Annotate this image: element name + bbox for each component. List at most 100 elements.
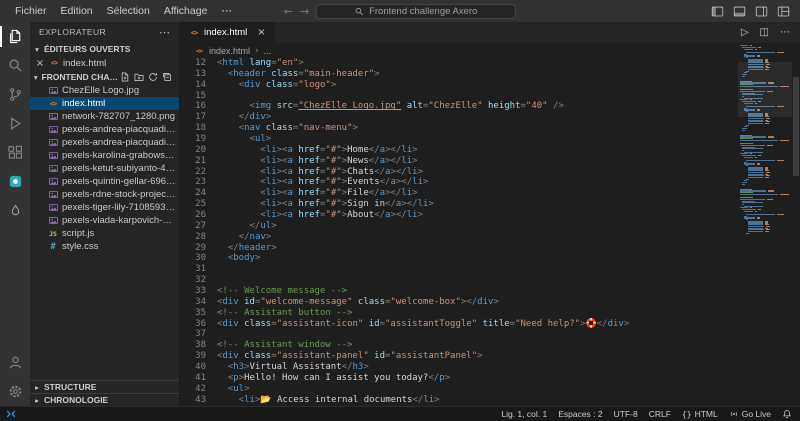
code-line[interactable]: 18 <nav class="nav-menu">: [180, 123, 800, 134]
minimap[interactable]: [738, 43, 792, 406]
new-folder-icon[interactable]: [134, 72, 144, 82]
status-language[interactable]: {} HTML: [682, 409, 718, 419]
code-line[interactable]: 20 <li><a href="#">Home</a></li>: [180, 145, 800, 156]
account-icon[interactable]: [0, 348, 30, 377]
code-line[interactable]: 33 <!-- Welcome message -->: [180, 286, 800, 297]
menu-item[interactable]: Affichage: [157, 5, 215, 17]
timeline-section[interactable]: ▸ CHRONOLOGIE: [30, 393, 179, 406]
code-line[interactable]: 40 <h3>Virtual Assistant</h3>: [180, 362, 800, 373]
settings-gear-icon[interactable]: [0, 377, 30, 406]
code-line[interactable]: 30 <body>: [180, 253, 800, 264]
code-line[interactable]: 28 </nav>: [180, 232, 800, 243]
code-line[interactable]: 19 <ul>: [180, 134, 800, 145]
source-control-icon[interactable]: [0, 80, 30, 109]
file-row[interactable]: network-782707_1280.png: [30, 110, 179, 123]
code-line[interactable]: 35 <!-- Assistant button -->: [180, 308, 800, 319]
extension-drop-icon[interactable]: [0, 196, 30, 225]
code-line[interactable]: 32: [180, 275, 800, 286]
code-line[interactable]: 27 </ul>: [180, 221, 800, 232]
code-line[interactable]: 29 </header>: [180, 243, 800, 254]
file-row[interactable]: JS script.js: [30, 227, 179, 240]
folder-section[interactable]: ▾ FRONTEND CHALLENGE: [30, 70, 179, 84]
command-center-search[interactable]: Frontend challenge Axero: [316, 3, 517, 19]
run-debug-icon[interactable]: [0, 109, 30, 138]
file-row[interactable]: pexels-andrea-piacquadio-3860775.jpg: [30, 136, 179, 149]
code-line[interactable]: 43 <li>📂 Access internal documents</li>: [180, 395, 800, 406]
back-arrow-icon[interactable]: ←: [284, 5, 293, 18]
code-line[interactable]: 41 <p>Hello! How can I assist you today?…: [180, 373, 800, 384]
code-line[interactable]: 38 <!-- Assistant window -->: [180, 340, 800, 351]
code-line[interactable]: 34 <div id="welcome-message" class="welco…: [180, 297, 800, 308]
run-button[interactable]: ▷: [741, 27, 749, 38]
code-line[interactable]: 31: [180, 264, 800, 275]
code-line[interactable]: 39 <div class="assistant-panel" id="assis…: [180, 351, 800, 362]
menu-item[interactable]: ⋯: [214, 5, 239, 17]
code-line[interactable]: 17 </div>: [180, 112, 800, 123]
toggle-panel-icon[interactable]: [733, 5, 746, 18]
code-line[interactable]: 14 <div class="logo">: [180, 80, 800, 91]
file-row[interactable]: pexels-karolina-grabowska-4491443.jpg: [30, 149, 179, 162]
outline-section[interactable]: ▸ STRUCTURE: [30, 380, 179, 393]
file-row[interactable]: <> index.html: [30, 97, 179, 110]
vertical-scrollbar[interactable]: [792, 43, 800, 406]
editor-more-icon[interactable]: ⋯: [780, 27, 790, 38]
minimap-slider[interactable]: [738, 62, 792, 117]
file-row[interactable]: ChezElle Logo.jpg: [30, 84, 179, 97]
refresh-icon[interactable]: [148, 72, 158, 82]
search-icon[interactable]: [0, 51, 30, 80]
breadcrumb-file[interactable]: index.html: [209, 46, 250, 56]
file-row[interactable]: pexels-andrea-piacquadio-3760093.jpg: [30, 123, 179, 136]
toggle-secondary-sidebar-icon[interactable]: [755, 5, 768, 18]
toggle-primary-sidebar-icon[interactable]: [711, 5, 724, 18]
file-row[interactable]: pexels-rdne-stock-project-758112.jpg: [30, 188, 179, 201]
collapse-all-icon[interactable]: [162, 72, 172, 82]
customize-layout-icon[interactable]: [777, 5, 790, 18]
remote-indicator-icon[interactable]: [5, 408, 17, 420]
explorer-more-icon[interactable]: ⋯: [159, 26, 170, 39]
code-line[interactable]: 21 <li><a href="#">News</a></li>: [180, 156, 800, 167]
go-live-button[interactable]: Go Live: [729, 409, 771, 419]
forward-arrow-icon[interactable]: →: [300, 5, 309, 18]
code-line[interactable]: 15: [180, 91, 800, 102]
status-encoding[interactable]: UTF-8: [614, 409, 638, 419]
notifications-bell-icon[interactable]: [782, 409, 792, 419]
braces-icon: {}: [681, 409, 692, 419]
code-line[interactable]: 42 <ul>: [180, 384, 800, 395]
close-icon[interactable]: ×: [35, 58, 45, 69]
open-editor-item[interactable]: × <> index.html: [30, 56, 179, 70]
code-line[interactable]: 24 <li><a href="#">File</a></li>: [180, 188, 800, 199]
new-file-icon[interactable]: [120, 72, 130, 82]
code-line[interactable]: 22 <li><a href="#">Chats</a></li>: [180, 167, 800, 178]
status-eol[interactable]: CRLF: [649, 409, 671, 419]
close-icon[interactable]: ×: [257, 27, 265, 38]
code-line[interactable]: 36 <div class="assistant-icon" id="assist…: [180, 319, 800, 330]
code-line[interactable]: 13 <header class="main-header">: [180, 69, 800, 80]
menu-item[interactable]: Sélection: [100, 5, 157, 17]
code-line[interactable]: 16 <img src="ChezElle Logo.jpg" alt="Che…: [180, 101, 800, 112]
status-line-col[interactable]: Lig. 1, col. 1: [501, 409, 547, 419]
breadcrumb-rest[interactable]: ...: [264, 46, 272, 56]
code-line[interactable]: 26 <li><a href="#">About</a></li>: [180, 210, 800, 221]
code-line[interactable]: 25 <li><a href="#">Sign in</a></li>: [180, 199, 800, 210]
extension-teal-icon[interactable]: [0, 167, 30, 196]
menu-item[interactable]: Edition: [54, 5, 100, 17]
explorer-icon[interactable]: [0, 22, 30, 51]
open-editors-section[interactable]: ▾ ÉDITEURS OUVERTS: [30, 42, 179, 56]
file-row[interactable]: pexels-quintin-gellar-696205 (1).jpg: [30, 175, 179, 188]
extensions-icon[interactable]: [0, 138, 30, 167]
scrollbar-thumb[interactable]: [793, 77, 799, 176]
line-number: 22: [195, 166, 206, 177]
status-indentation[interactable]: Espaces : 2: [558, 409, 602, 419]
code-line[interactable]: 12 <html lang="en">: [180, 58, 800, 69]
file-row[interactable]: pexels-ketut-subiyanto-4559597.jpg: [30, 162, 179, 175]
file-row[interactable]: # style.css: [30, 240, 179, 253]
file-row[interactable]: pexels-tiger-lily-7108593.jpg: [30, 201, 179, 214]
breadcrumb[interactable]: <> index.html › ...: [180, 43, 800, 58]
file-row[interactable]: pexels-vlada-karpovich-4050345.jpg: [30, 214, 179, 227]
tab-index-html[interactable]: <> index.html ×: [180, 22, 275, 43]
split-editor-icon[interactable]: ◫: [760, 27, 769, 38]
code-line[interactable]: 23 <li><a href="#">Events</a></li>: [180, 177, 800, 188]
code-line[interactable]: 37: [180, 329, 800, 340]
code-editor[interactable]: 12 <html lang="en"> 13 <header class="main…: [180, 58, 800, 406]
menu-item[interactable]: Fichier: [8, 5, 54, 17]
